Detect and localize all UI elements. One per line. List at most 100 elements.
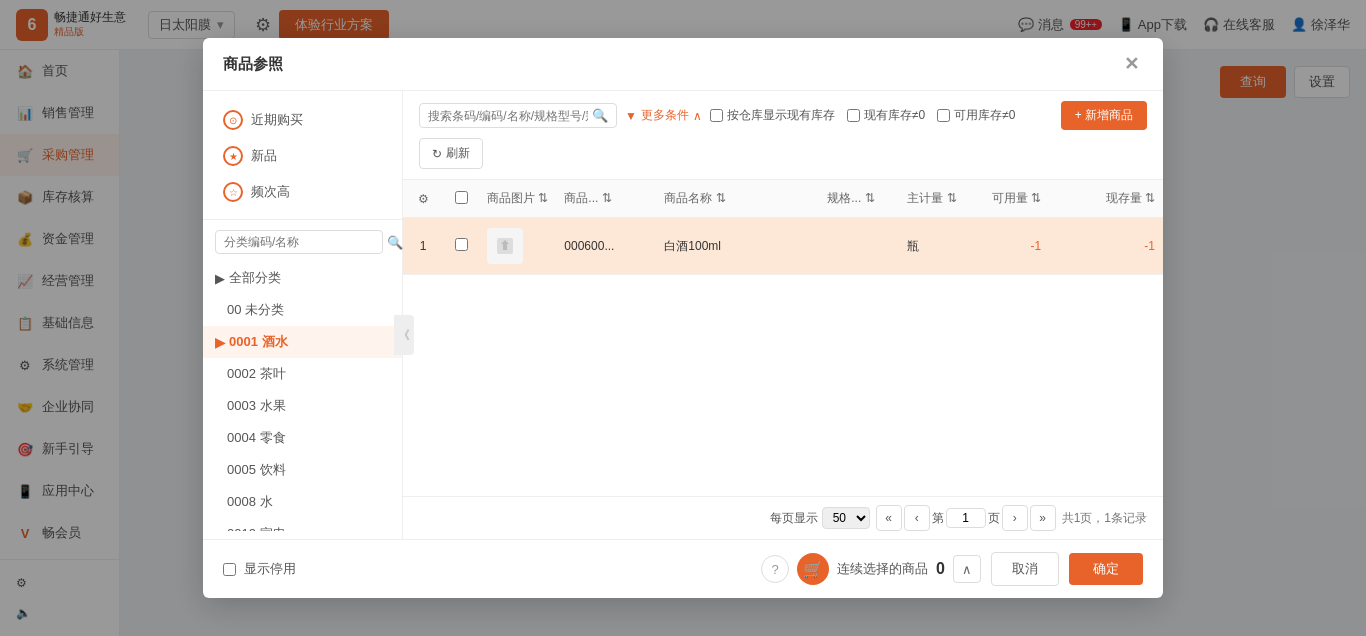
- product-search-input[interactable]: [428, 109, 588, 123]
- row-check[interactable]: [443, 218, 479, 275]
- col-header-code[interactable]: 商品... ⇅: [556, 180, 656, 218]
- footer-left: 显示停用: [223, 560, 296, 578]
- settings-col-icon[interactable]: ⚙: [418, 192, 429, 206]
- current-stock-checkbox[interactable]: [847, 109, 860, 122]
- available-stock-filter[interactable]: 可用库存≠0: [937, 107, 1015, 124]
- add-product-button[interactable]: + 新增商品: [1061, 101, 1147, 130]
- category-search-input[interactable]: [215, 230, 383, 254]
- cat-item-all[interactable]: ▶ 全部分类: [203, 262, 402, 294]
- col-header-name[interactable]: 商品名称 ⇅: [656, 180, 819, 218]
- product-thumbnail: [487, 228, 523, 264]
- confirm-button[interactable]: 确定: [1069, 553, 1143, 585]
- panel-divider: [203, 219, 402, 220]
- more-filter-button[interactable]: ▼ 更多条件 ∧: [625, 107, 702, 124]
- cat-item-uncategorized[interactable]: 00 未分类: [203, 294, 402, 326]
- panel-collapse-button[interactable]: 《: [394, 315, 414, 355]
- modal-close-button[interactable]: ✕: [1119, 52, 1143, 76]
- modal-body: ⊙ 近期购买 ★ 新品 ☆ 频次高 🔍: [203, 91, 1163, 539]
- per-page-label: 每页显示: [770, 510, 818, 527]
- col-header-available[interactable]: 可用量 ⇅: [969, 180, 1049, 218]
- page-size-select: 每页显示 50: [770, 507, 870, 529]
- table-header-row: ⚙ 商品图片 ⇅ 商品... ⇅: [403, 180, 1163, 218]
- sort-spec-icon: ⇅: [865, 191, 875, 205]
- cart-label: 连续选择的商品: [837, 560, 928, 578]
- expand-alcohol-icon: ▶: [215, 335, 225, 350]
- current-stock-filter[interactable]: 现有库存≠0: [847, 107, 925, 124]
- modal-toolbar: 🔍 ▼ 更多条件 ∧ 按仓库显示现有库存 现: [403, 91, 1163, 180]
- warehouse-checkbox[interactable]: [710, 109, 723, 122]
- cat-item-water[interactable]: 0008 水: [203, 486, 402, 518]
- modal-header: 商品参照 ✕: [203, 38, 1163, 91]
- pagination: 每页显示 50 « ‹ 第 页 › » 共1页，1条记录: [403, 496, 1163, 539]
- col-header-num: ⚙: [403, 180, 443, 218]
- right-panel: 🔍 ▼ 更多条件 ∧ 按仓库显示现有库存 现: [403, 91, 1163, 539]
- row-checkbox[interactable]: [455, 238, 468, 251]
- category-search: 🔍: [203, 226, 402, 258]
- row-code: 000600...: [556, 218, 656, 275]
- row-spacer: [1049, 218, 1083, 275]
- frequent-item[interactable]: ☆ 频次高: [211, 175, 394, 209]
- last-page-button[interactable]: »: [1030, 505, 1056, 531]
- sort-name-icon: ⇅: [716, 191, 726, 205]
- footer-right: ? 🛒 连续选择的商品 0 ∧ 取消 确定: [761, 552, 1143, 586]
- cart-expand-button[interactable]: ∧: [953, 555, 981, 583]
- cart-section: ? 🛒 连续选择的商品 0 ∧: [761, 553, 981, 585]
- col-header-image[interactable]: 商品图片 ⇅: [479, 180, 556, 218]
- page-label: 第: [932, 510, 944, 527]
- filter-arrow-icon: ∧: [693, 109, 702, 123]
- cat-item-appliances[interactable]: 0010 家电: [203, 518, 402, 531]
- table-row: 1 000600... 白酒100ml: [403, 218, 1163, 275]
- new-products-item[interactable]: ★ 新品: [211, 139, 394, 173]
- col-header-spec[interactable]: 规格... ⇅: [819, 180, 899, 218]
- per-page-dropdown[interactable]: 50: [822, 507, 870, 529]
- left-panel: ⊙ 近期购买 ★ 新品 ☆ 频次高 🔍: [203, 91, 403, 539]
- page-input[interactable]: [946, 508, 986, 528]
- left-panel-top: ⊙ 近期购买 ★ 新品 ☆ 频次高: [203, 99, 402, 213]
- row-image: [479, 218, 556, 275]
- row-name: 白酒100ml: [656, 218, 819, 275]
- next-page-button[interactable]: ›: [1002, 505, 1028, 531]
- show-disabled-label: 显示停用: [244, 560, 296, 578]
- cat-item-drinks[interactable]: 0005 饮料: [203, 454, 402, 486]
- new-products-icon: ★: [223, 146, 243, 166]
- expand-all-icon: ▶: [215, 271, 225, 286]
- row-num: 1: [403, 218, 443, 275]
- cat-item-tea[interactable]: 0002 茶叶: [203, 358, 402, 390]
- sort-code-icon: ⇅: [602, 191, 612, 205]
- cat-item-alcohol[interactable]: ▶ 0001 酒水: [203, 326, 402, 358]
- category-list: ▶ 全部分类 00 未分类 ▶ 0001 酒水 0002 茶叶 0003 水果 …: [203, 258, 402, 531]
- recent-purchase-icon: ⊙: [223, 110, 243, 130]
- refresh-button[interactable]: ↻ 刷新: [419, 138, 483, 169]
- col-header-stock[interactable]: 现存量 ⇅: [1083, 180, 1163, 218]
- search-icon[interactable]: 🔍: [592, 108, 608, 123]
- warehouse-filter[interactable]: 按仓库显示现有库存: [710, 107, 835, 124]
- cat-item-snack[interactable]: 0004 零食: [203, 422, 402, 454]
- row-stock: -1: [1083, 218, 1163, 275]
- cart-icon[interactable]: 🛒: [797, 553, 829, 585]
- available-stock-checkbox[interactable]: [937, 109, 950, 122]
- recent-purchase-item[interactable]: ⊙ 近期购买: [211, 103, 394, 137]
- sort-unit-icon: ⇅: [947, 191, 957, 205]
- show-disabled-checkbox[interactable]: [223, 563, 236, 576]
- page-summary: 共1页，1条记录: [1062, 510, 1147, 527]
- sort-img-icon: ⇅: [538, 191, 548, 205]
- product-search-box: 🔍: [419, 103, 617, 128]
- select-all-checkbox[interactable]: [455, 191, 468, 204]
- row-unit: 瓶: [899, 218, 969, 275]
- cart-count: 0: [936, 560, 945, 578]
- filter-icon: ▼: [625, 109, 637, 123]
- col-header-unit[interactable]: 主计量 ⇅: [899, 180, 969, 218]
- cancel-button[interactable]: 取消: [991, 552, 1059, 586]
- col-header-check: [443, 180, 479, 218]
- modal-overlay: 商品参照 ✕ ⊙ 近期购买 ★ 新品 ☆ 频次高: [0, 0, 1366, 636]
- sort-avail-icon: ⇅: [1031, 191, 1041, 205]
- page-nav: « ‹ 第 页 › »: [876, 505, 1056, 531]
- cat-item-fruit[interactable]: 0003 水果: [203, 390, 402, 422]
- modal-footer: 显示停用 ? 🛒 连续选择的商品 0 ∧ 取消 确定: [203, 539, 1163, 598]
- help-icon[interactable]: ?: [761, 555, 789, 583]
- category-search-icon[interactable]: 🔍: [387, 235, 403, 250]
- product-table: ⚙ 商品图片 ⇅ 商品... ⇅: [403, 180, 1163, 275]
- prev-page-button[interactable]: ‹: [904, 505, 930, 531]
- first-page-button[interactable]: «: [876, 505, 902, 531]
- filter-checkboxes: 按仓库显示现有库存 现有库存≠0 可用库存≠0: [710, 107, 1016, 124]
